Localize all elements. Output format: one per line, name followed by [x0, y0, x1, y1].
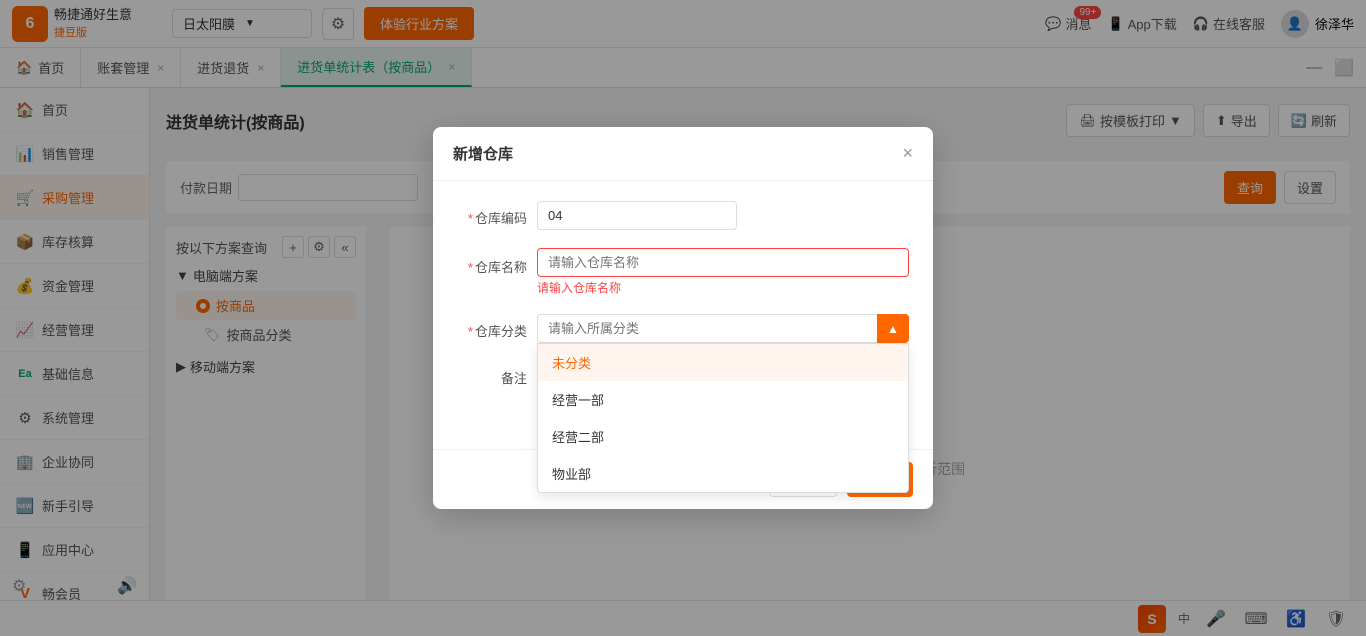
name-label: 仓库名称 [457, 250, 537, 276]
add-warehouse-modal: 新增仓库 × 仓库编码 仓库名称 请输入仓库名称 仓库分类 [433, 127, 933, 509]
chevron-up-icon: ▲ [887, 322, 899, 336]
modal-overlay[interactable]: 新增仓库 × 仓库编码 仓库名称 请输入仓库名称 仓库分类 [0, 0, 1366, 636]
modal-title: 新增仓库 [453, 143, 513, 164]
category-label: 仓库分类 [457, 314, 537, 340]
name-error-message: 请输入仓库名称 [537, 279, 621, 296]
dropdown-item-dept2[interactable]: 经营二部 [538, 418, 908, 455]
form-row-code: 仓库编码 [457, 201, 909, 230]
form-row-name: 仓库名称 请输入仓库名称 [457, 248, 909, 296]
form-row-category: 仓库分类 ▲ 未分类 经营一部 经营二部 物业部 [457, 314, 909, 343]
modal-header: 新增仓库 × [433, 127, 933, 181]
dropdown-item-property[interactable]: 物业部 [538, 455, 908, 492]
warehouse-code-input[interactable] [537, 201, 737, 230]
code-label: 仓库编码 [457, 201, 537, 227]
warehouse-name-input[interactable] [537, 248, 909, 277]
category-select-wrapper: ▲ 未分类 经营一部 经营二部 物业部 [537, 314, 909, 343]
modal-close-button[interactable]: × [902, 143, 913, 164]
note-label: 备注 [457, 361, 537, 387]
dropdown-item-uncategorized[interactable]: 未分类 [538, 344, 908, 381]
category-dropdown: 未分类 经营一部 经营二部 物业部 [537, 343, 909, 493]
dropdown-item-dept1[interactable]: 经营一部 [538, 381, 908, 418]
category-input[interactable] [537, 314, 909, 343]
modal-body: 仓库编码 仓库名称 请输入仓库名称 仓库分类 ▲ [433, 181, 933, 449]
category-toggle-button[interactable]: ▲ [877, 314, 909, 343]
